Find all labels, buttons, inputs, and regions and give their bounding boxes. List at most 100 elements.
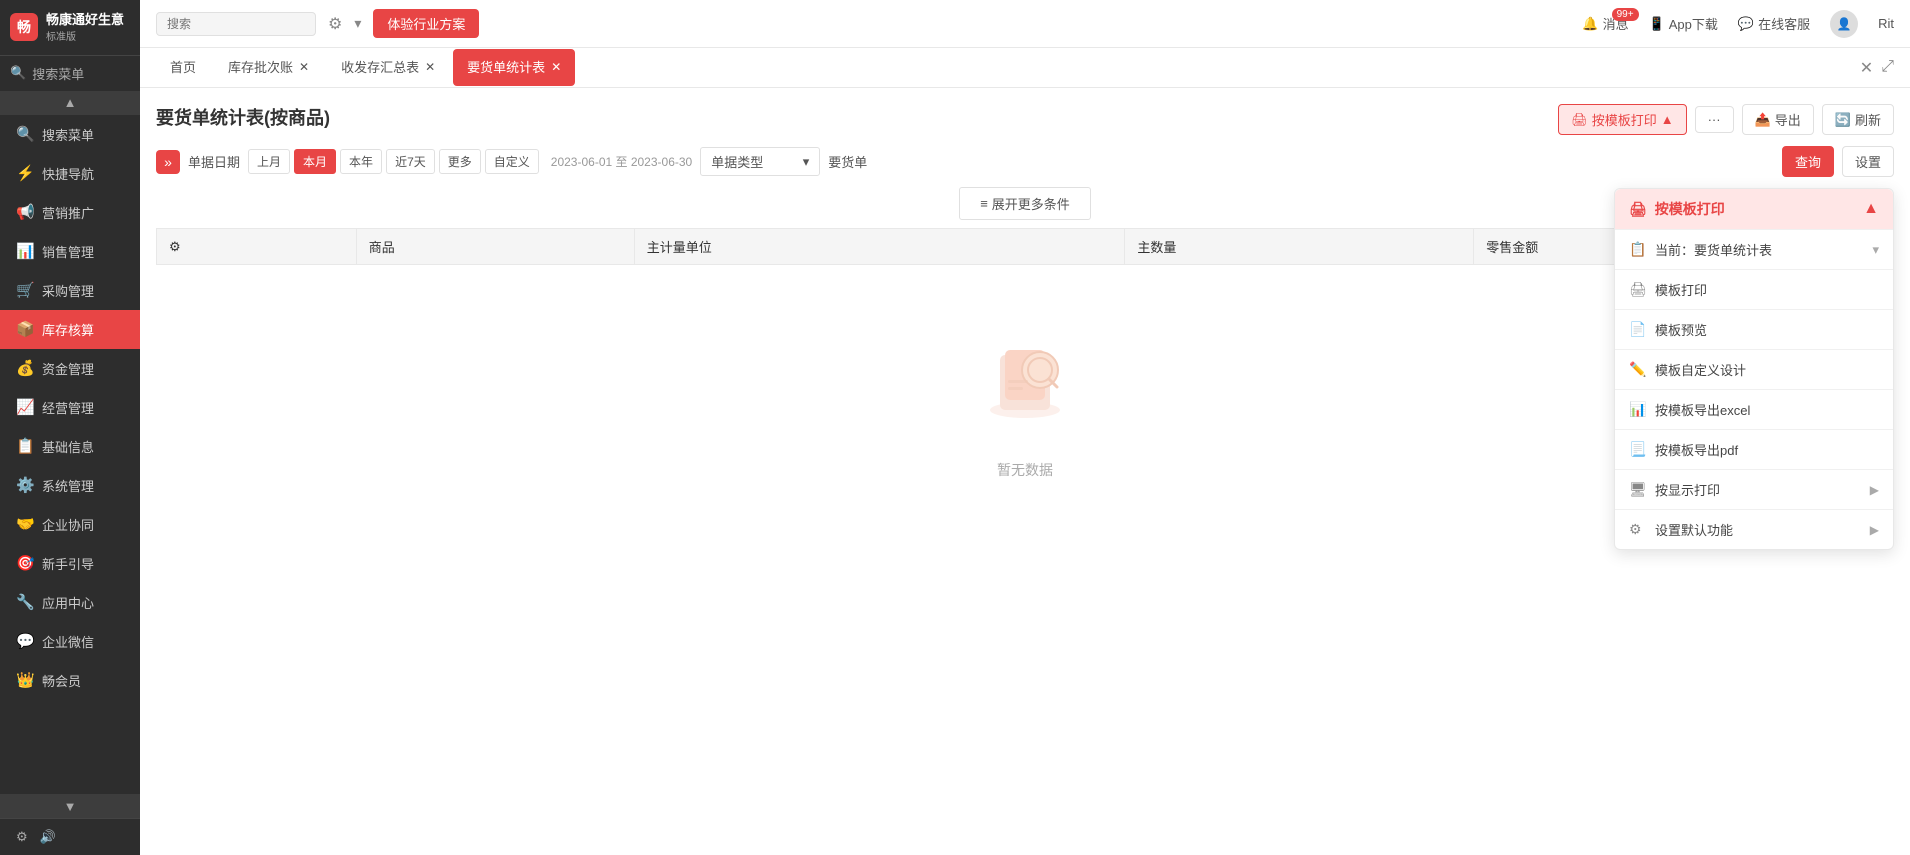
- print-dropdown: 🖨 按模板打印 ▲ 📋 当前：要货单统计表 ▾ 🖨模板打印📄模板预览✏️模板自定…: [1614, 188, 1894, 550]
- dropdown-item-template-print[interactable]: 🖨模板打印: [1615, 269, 1893, 309]
- export-button[interactable]: 📤 导出: [1742, 104, 1814, 135]
- sidebar-item-sales[interactable]: 📊销售管理: [0, 232, 140, 271]
- tab-close-receipt-summary[interactable]: ✕: [425, 60, 435, 74]
- current-arrow: ▾: [1872, 242, 1879, 258]
- filter-expand-button[interactable]: »: [156, 150, 180, 174]
- tabs-bar: 首页库存批次账✕收发存汇总表✕要货单统计表✕ ✕ ⤢: [140, 48, 1910, 88]
- date-btn-上月[interactable]: 上月: [248, 149, 290, 174]
- sidebar-item-member[interactable]: 👑畅会员: [0, 661, 140, 700]
- tab-batch-account[interactable]: 库存批次账✕: [214, 49, 323, 86]
- empty-illustration: [975, 325, 1075, 444]
- settings-icon[interactable]: ⚙: [16, 829, 28, 845]
- trial-button[interactable]: 体验行业方案: [373, 9, 479, 38]
- dropdown-item-template-preview[interactable]: 📄模板预览: [1615, 309, 1893, 349]
- default-setting-arrow: ▶: [1870, 523, 1879, 537]
- sidebar-label-sales: 销售管理: [42, 242, 94, 261]
- sidebar-item-app-center[interactable]: 🔧应用中心: [0, 583, 140, 622]
- export-pdf-icon: 📃: [1629, 441, 1647, 458]
- more-button[interactable]: ···: [1695, 106, 1734, 133]
- print-template-button[interactable]: 🖨 按模板打印 ▲: [1558, 104, 1686, 135]
- sidebar-item-basic[interactable]: 📋基础信息: [0, 427, 140, 466]
- sidebar-item-search[interactable]: 🔍搜索菜单: [0, 115, 140, 154]
- operation-icon: 📈: [16, 398, 34, 416]
- sidebar-item-guide[interactable]: 🎯新手引导: [0, 544, 140, 583]
- sidebar-label-purchase: 采购管理: [42, 281, 94, 300]
- refresh-button[interactable]: 🔄 刷新: [1822, 104, 1894, 135]
- basic-icon: 📋: [16, 437, 34, 455]
- sidebar-item-wechat[interactable]: 💬企业微信: [0, 622, 140, 661]
- refresh-icon: 🔄: [1835, 112, 1851, 128]
- sound-icon[interactable]: 🔊: [40, 829, 56, 845]
- notifications-button[interactable]: 🔔 消息 99+: [1582, 14, 1628, 33]
- user-avatar[interactable]: 👤: [1830, 10, 1858, 38]
- marketing-icon: 📢: [16, 203, 34, 221]
- date-options: 上月本月本年近7天更多自定义: [248, 149, 539, 174]
- sidebar-item-finance[interactable]: 💰资金管理: [0, 349, 140, 388]
- dropdown-collapse-icon[interactable]: ▲: [1863, 200, 1879, 218]
- display-print-icon: 🖥: [1629, 481, 1647, 498]
- expand-more-button[interactable]: ≡ 展开更多条件: [959, 187, 1091, 220]
- dropdown-item-label-export-pdf: 按模板导出pdf: [1655, 440, 1738, 459]
- tab-maximize[interactable]: ⤢: [1881, 58, 1894, 78]
- app-download-button[interactable]: 📱 App下载: [1649, 14, 1718, 33]
- sidebar-item-system[interactable]: ⚙️系统管理: [0, 466, 140, 505]
- topbar-gear-icon[interactable]: ⚙: [328, 14, 342, 34]
- tab-label-receipt-summary: 收发存汇总表: [341, 57, 419, 76]
- dropdown-current[interactable]: 📋 当前：要货单统计表 ▾: [1615, 229, 1893, 269]
- date-btn-更多[interactable]: 更多: [439, 149, 481, 174]
- sidebar-label-quick-nav: 快捷导航: [42, 164, 94, 183]
- sidebar-item-marketing[interactable]: 📢营销推广: [0, 193, 140, 232]
- date-btn-近7天[interactable]: 近7天: [386, 149, 435, 174]
- logo-title: 畅康通好生意: [46, 12, 124, 28]
- tab-close-all[interactable]: ✕: [1860, 58, 1873, 78]
- sidebar-scroll-up[interactable]: ▲: [0, 91, 140, 115]
- sidebar-label-search: 搜索菜单: [42, 125, 94, 144]
- current-template-icon: 📋: [1629, 241, 1647, 258]
- col-settings[interactable]: ⚙: [157, 229, 357, 265]
- dropdown-header[interactable]: 🖨 按模板打印 ▲: [1615, 189, 1893, 229]
- tab-close-order-stats[interactable]: ✕: [551, 60, 561, 74]
- dropdown-item-export-excel[interactable]: 📊按模板导出excel: [1615, 389, 1893, 429]
- dropdown-item-template-design[interactable]: ✏️模板自定义设计: [1615, 349, 1893, 389]
- dropdown-item-label-template-print: 模板打印: [1655, 280, 1707, 299]
- sidebar-logo: 畅 畅康通好生意 标准版: [0, 0, 140, 56]
- sidebar-label-member: 畅会员: [42, 671, 81, 690]
- collab-icon: 🤝: [16, 515, 34, 533]
- sidebar-scroll-down[interactable]: ▼: [0, 794, 140, 818]
- topbar-search-input[interactable]: [156, 12, 316, 36]
- sidebar-item-quick-nav[interactable]: ⚡ 快捷导航: [0, 154, 140, 193]
- display-print-arrow: ▶: [1870, 483, 1879, 497]
- date-btn-本年[interactable]: 本年: [340, 149, 382, 174]
- tabs-right: ✕ ⤢: [1860, 58, 1894, 78]
- page-actions: 🖨 按模板打印 ▲ ··· 📤 导出 🔄 刷新: [1558, 104, 1894, 135]
- print-template-label: 按模板打印: [1592, 110, 1657, 129]
- dropdown-item-default-setting[interactable]: ⚙设置默认功能▶: [1615, 509, 1893, 549]
- tab-close-batch-account[interactable]: ✕: [299, 60, 309, 74]
- notifications-badge: 99+: [1612, 8, 1639, 21]
- doc-type-select[interactable]: 单据类型 ▾: [700, 147, 820, 176]
- tab-order-stats[interactable]: 要货单统计表✕: [453, 49, 575, 86]
- sidebar-label-wechat: 企业微信: [42, 632, 94, 651]
- date-btn-本月[interactable]: 本月: [294, 149, 336, 174]
- date-btn-自定义[interactable]: 自定义: [485, 149, 539, 174]
- online-service-label: 在线客服: [1758, 14, 1810, 33]
- sidebar-item-inventory[interactable]: 📦库存核算: [0, 310, 140, 349]
- sidebar-item-collab[interactable]: 🤝企业协同: [0, 505, 140, 544]
- user-name[interactable]: Rit: [1878, 16, 1894, 31]
- date-filter-label: 单据日期: [188, 152, 240, 171]
- logo-text: 畅康通好生意 标准版: [46, 12, 124, 43]
- sidebar-search[interactable]: 🔍 搜索菜单: [0, 56, 140, 91]
- sidebar-bottom: ⚙ 🔊: [0, 818, 140, 855]
- sidebar-item-operation[interactable]: 📈经营管理: [0, 388, 140, 427]
- quick-nav-icon: ⚡: [16, 164, 34, 182]
- dropdown-item-display-print[interactable]: 🖥按显示打印▶: [1615, 469, 1893, 509]
- sidebar-item-purchase[interactable]: 🛒采购管理: [0, 271, 140, 310]
- online-service-button[interactable]: 💬 在线客服: [1738, 14, 1810, 33]
- sidebar-search-label: 搜索菜单: [32, 64, 84, 83]
- query-button[interactable]: 查询: [1782, 146, 1834, 177]
- tab-receipt-summary[interactable]: 收发存汇总表 ✕: [327, 49, 449, 86]
- settings-button[interactable]: 设置: [1842, 146, 1894, 177]
- dropdown-item-export-pdf[interactable]: 📃 按模板导出pdf: [1615, 429, 1893, 469]
- topbar-dropdown-icon[interactable]: ▾: [354, 15, 361, 32]
- tab-home[interactable]: 首页: [156, 49, 210, 86]
